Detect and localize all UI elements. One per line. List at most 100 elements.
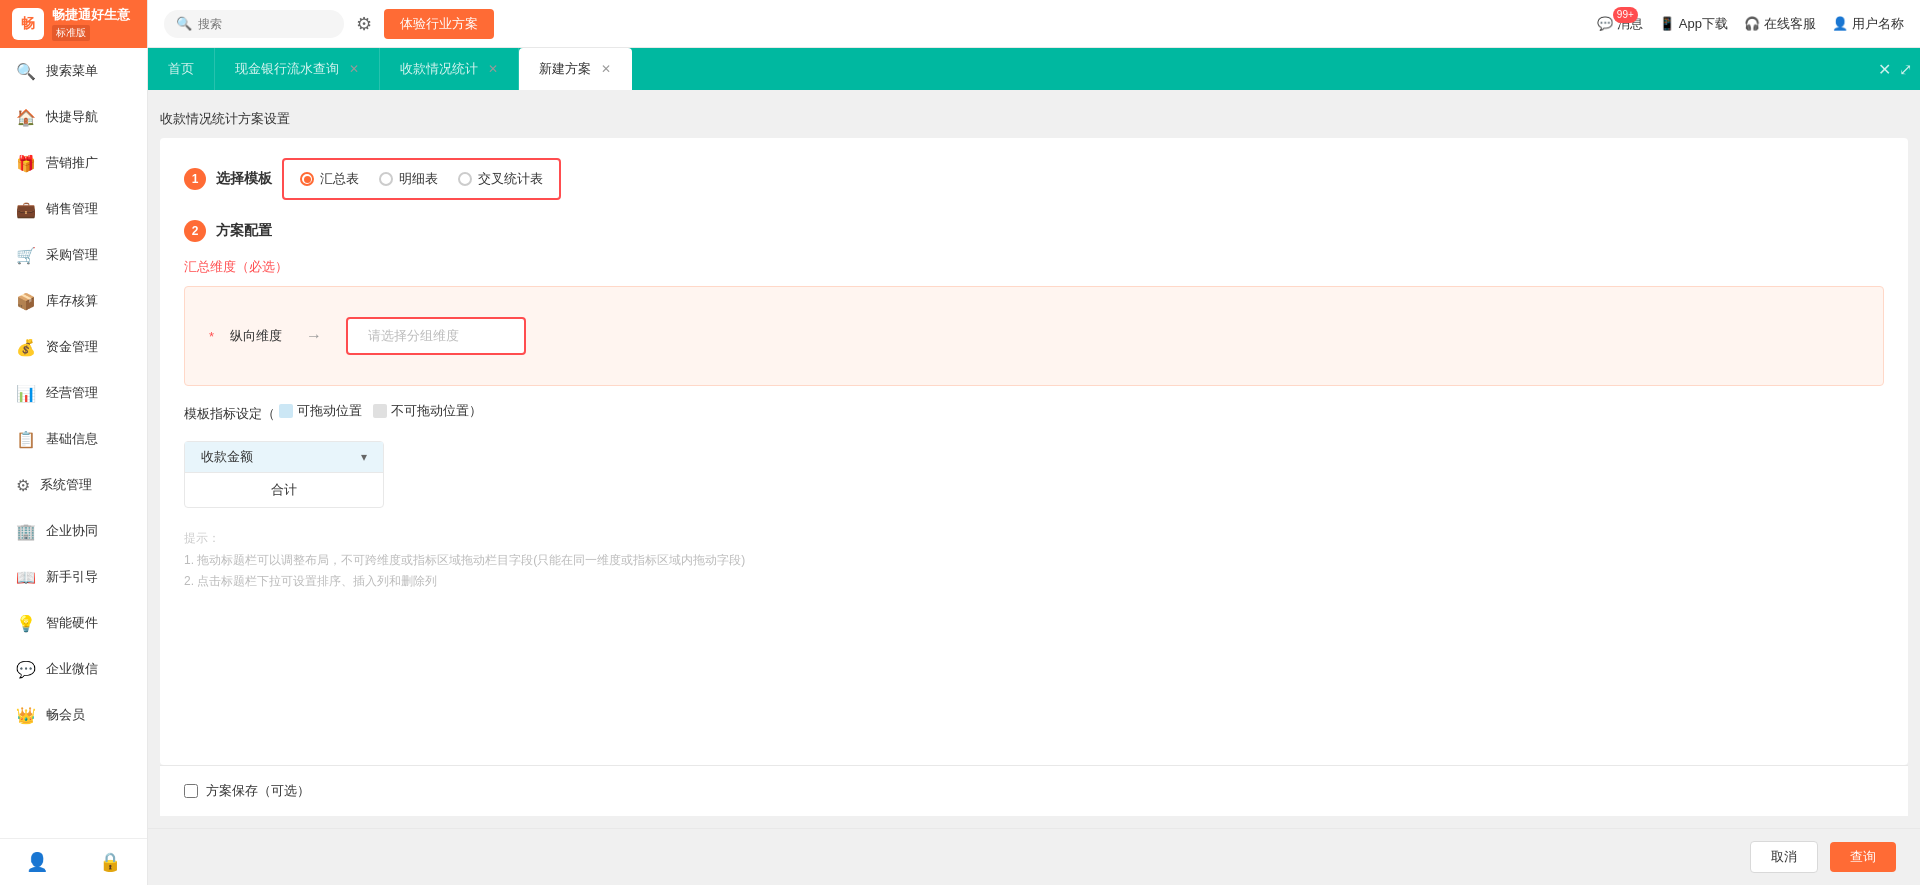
- member-icon: 👑: [16, 706, 36, 725]
- tab-bank-flow[interactable]: 现金银行流水查询 ✕: [215, 48, 380, 90]
- sidebar-item-label: 搜索菜单: [46, 62, 98, 80]
- metrics-header-label: 收款金额: [201, 448, 253, 466]
- smart-hw-icon: 💡: [16, 614, 36, 633]
- dimension-row: * 纵向维度 → 请选择分组维度: [209, 317, 526, 355]
- radio-detail[interactable]: 明细表: [379, 170, 438, 188]
- dimension-label: 汇总维度（必选）: [184, 259, 288, 274]
- sidebar-item-label: 企业协同: [46, 522, 98, 540]
- trial-button[interactable]: 体验行业方案: [384, 9, 494, 39]
- tab-expand-icon[interactable]: ⤢: [1899, 60, 1912, 79]
- sidebar-footer: 👤 🔒: [0, 838, 147, 885]
- sidebar-footer-left[interactable]: 👤: [18, 847, 56, 877]
- dim-select-box[interactable]: 请选择分组维度: [346, 317, 526, 355]
- enterprise-icon: 🏢: [16, 522, 36, 541]
- radio-cross[interactable]: 交叉统计表: [458, 170, 543, 188]
- dimension-area: * 纵向维度 → 请选择分组维度: [184, 286, 1884, 386]
- tab-payment-stat-close[interactable]: ✕: [488, 62, 498, 76]
- settings-icon[interactable]: ⚙: [356, 13, 372, 35]
- service-icon: 🎧: [1744, 16, 1760, 31]
- tip-item-1: 1. 拖动标题栏可以调整布局，不可跨维度或指标区域拖动栏目字段(只能在同一维度或…: [184, 550, 1884, 572]
- sidebar-item-purchase[interactable]: 🛒 采购管理: [0, 232, 147, 278]
- message-badge: 99+: [1613, 7, 1638, 23]
- tips-section: 提示： 1. 拖动标题栏可以调整布局，不可跨维度或指标区域拖动栏目字段(只能在同…: [184, 528, 1884, 593]
- user-button[interactable]: 👤 用户名称: [1832, 15, 1904, 33]
- search-input[interactable]: [198, 17, 318, 31]
- sidebar-item-label: 资金管理: [46, 338, 98, 356]
- fixed-legend-icon: [373, 404, 387, 418]
- radio-cross-label: 交叉统计表: [478, 170, 543, 188]
- topbar: 🔍 ⚙ 体验行业方案 💬 消息 99+ 📱 App下载 🎧 在线客服 👤 用户名…: [148, 0, 1920, 48]
- sidebar-item-label: 企业微信: [46, 660, 98, 678]
- save-checkbox[interactable]: [184, 784, 198, 798]
- quick-nav-icon: 🏠: [16, 108, 36, 127]
- sidebar-nav: 🔍 搜索菜单 🏠 快捷导航 🎁 营销推广 💼 销售管理 🛒 采购管理 📦 库存核…: [0, 48, 147, 838]
- radio-summary-label: 汇总表: [320, 170, 359, 188]
- sidebar-logo: 畅 畅捷通好生意 标准版: [0, 0, 147, 48]
- metrics-table-row: 合计: [185, 473, 383, 507]
- sidebar-item-guide[interactable]: 📖 新手引导: [0, 554, 147, 600]
- sidebar-item-quick-nav[interactable]: 🏠 快捷导航: [0, 94, 147, 140]
- sidebar-item-system[interactable]: ⚙ 系统管理: [0, 462, 147, 508]
- tab-bank-flow-close[interactable]: ✕: [349, 62, 359, 76]
- movable-legend-icon: [279, 404, 293, 418]
- form-card: 1 选择模板 汇总表 明细表 交叉统计表: [160, 138, 1908, 765]
- sidebar-item-marketing[interactable]: 🎁 营销推广: [0, 140, 147, 186]
- tab-payment-stat-label: 收款情况统计: [400, 60, 478, 78]
- sidebar-item-smart-hw[interactable]: 💡 智能硬件: [0, 600, 147, 646]
- query-button[interactable]: 查询: [1830, 842, 1896, 872]
- sidebar-item-finance[interactable]: 💰 资金管理: [0, 324, 147, 370]
- cancel-button[interactable]: 取消: [1750, 841, 1818, 873]
- sidebar-item-enterprise[interactable]: 🏢 企业协同: [0, 508, 147, 554]
- sidebar-item-label: 系统管理: [40, 476, 92, 494]
- step2-section: 2 方案配置 汇总维度（必选） * 纵向维度 → 请选择分组维度: [184, 220, 1884, 593]
- message-icon: 💬: [1597, 16, 1613, 31]
- sidebar: 畅 畅捷通好生意 标准版 🔍 搜索菜单 🏠 快捷导航 🎁 营销推广 💼 销售管理…: [0, 0, 148, 885]
- tab-payment-stat[interactable]: 收款情况统计 ✕: [380, 48, 519, 90]
- service-button[interactable]: 🎧 在线客服: [1744, 15, 1816, 33]
- service-label: 在线客服: [1764, 15, 1816, 33]
- tab-bank-flow-label: 现金银行流水查询: [235, 60, 339, 78]
- radio-summary-circle: [300, 172, 314, 186]
- sidebar-item-label: 营销推广: [46, 154, 98, 172]
- sidebar-item-basic-info[interactable]: 📋 基础信息: [0, 416, 147, 462]
- metrics-section: 模板指标设定（ 可拖动位置 不可拖动位置）: [184, 402, 1884, 508]
- sidebar-item-inventory[interactable]: 📦 库存核算: [0, 278, 147, 324]
- step2-title: 方案配置: [216, 222, 272, 240]
- step1-badge: 1: [184, 168, 206, 190]
- sidebar-item-search-menu[interactable]: 🔍 搜索菜单: [0, 48, 147, 94]
- search-menu-icon: 🔍: [16, 62, 36, 81]
- tab-home[interactable]: 首页: [148, 48, 215, 90]
- page-title: 收款情况统计方案设置: [160, 102, 1908, 138]
- radio-summary[interactable]: 汇总表: [300, 170, 359, 188]
- sidebar-item-wechat[interactable]: 💬 企业微信: [0, 646, 147, 692]
- logo-edition: 标准版: [52, 25, 90, 41]
- metrics-header-text: 模板指标设定（ 可拖动位置 不可拖动位置）: [184, 406, 482, 421]
- step2-header: 2 方案配置: [184, 220, 1884, 242]
- content-area: 收款情况统计方案设置 1 选择模板 汇总表 明细表: [148, 90, 1920, 828]
- dimension-subtitle: 汇总维度（必选）: [184, 258, 1884, 276]
- metrics-movable-label: 可拖动位置: [297, 402, 362, 420]
- sidebar-item-member[interactable]: 👑 畅会员: [0, 692, 147, 738]
- metrics-row-label: 合计: [271, 482, 297, 497]
- footer-save-area: 方案保存（可选）: [160, 765, 1908, 816]
- download-button[interactable]: 📱 App下载: [1659, 15, 1728, 33]
- tab-new-plan-close[interactable]: ✕: [601, 62, 611, 76]
- sidebar-item-label: 经营管理: [46, 384, 98, 402]
- tab-new-plan[interactable]: 新建方案 ✕: [519, 48, 632, 90]
- sidebar-footer-right[interactable]: 🔒: [91, 847, 129, 877]
- sidebar-item-label: 销售管理: [46, 200, 98, 218]
- message-button[interactable]: 💬 消息 99+: [1597, 15, 1643, 33]
- metrics-chevron-icon[interactable]: ▾: [361, 450, 367, 464]
- metrics-table: 收款金额 ▾ 合计: [184, 441, 384, 508]
- logo-text-block: 畅捷通好生意 标准版: [52, 7, 130, 41]
- tab-close-icon[interactable]: ✕: [1878, 60, 1891, 79]
- action-buttons: 取消 查询: [148, 828, 1920, 885]
- basic-info-icon: 📋: [16, 430, 36, 449]
- search-box[interactable]: 🔍: [164, 10, 344, 38]
- sidebar-item-operations[interactable]: 📊 经营管理: [0, 370, 147, 416]
- sidebar-item-label: 基础信息: [46, 430, 98, 448]
- sidebar-item-sales[interactable]: 💼 销售管理: [0, 186, 147, 232]
- save-label: 方案保存（可选）: [206, 782, 310, 800]
- radio-cross-circle: [458, 172, 472, 186]
- operations-icon: 📊: [16, 384, 36, 403]
